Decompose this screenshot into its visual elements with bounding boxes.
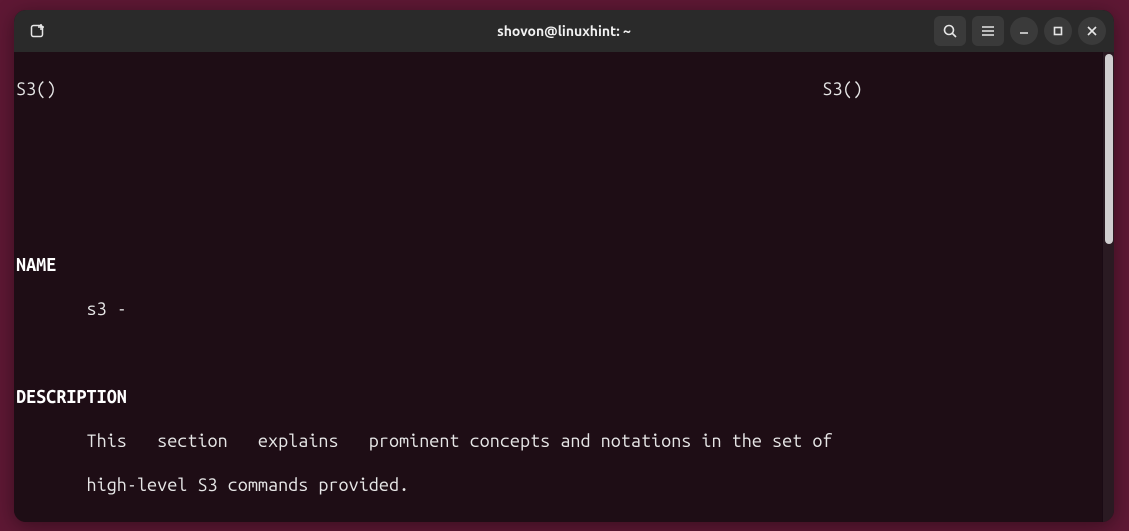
scrollbar-thumb[interactable]	[1105, 54, 1113, 244]
hamburger-menu-icon	[980, 23, 996, 39]
new-tab-button[interactable]	[22, 16, 54, 46]
desc-line-1: This section explains prominent concepts…	[16, 431, 832, 451]
titlebar: shovon@linuxhint: ~	[14, 10, 1114, 52]
section-description: DESCRIPTION	[16, 387, 127, 407]
section-name: NAME	[16, 255, 56, 275]
terminal-content: S3() S3() NAME s3 - DESCRIPTION This sec…	[14, 52, 1102, 522]
minimize-icon	[1017, 24, 1031, 38]
terminal-window: shovon@linuxhint: ~	[14, 10, 1114, 522]
maximize-button[interactable]	[1044, 17, 1072, 45]
man-header-left: S3()	[16, 79, 56, 99]
search-icon	[942, 23, 958, 39]
scrollbar[interactable]	[1102, 52, 1114, 522]
new-tab-icon	[29, 22, 47, 40]
minimize-button[interactable]	[1010, 17, 1038, 45]
terminal-body[interactable]: S3() S3() NAME s3 - DESCRIPTION This sec…	[14, 52, 1114, 522]
close-button[interactable]	[1078, 17, 1106, 45]
desc-line-2: high-level S3 commands provided.	[16, 475, 409, 495]
name-line: s3 -	[16, 299, 127, 319]
man-header-right: S3()	[822, 79, 862, 99]
maximize-icon	[1051, 24, 1065, 38]
menu-button[interactable]	[972, 16, 1004, 46]
close-icon	[1085, 24, 1099, 38]
search-button[interactable]	[934, 16, 966, 46]
